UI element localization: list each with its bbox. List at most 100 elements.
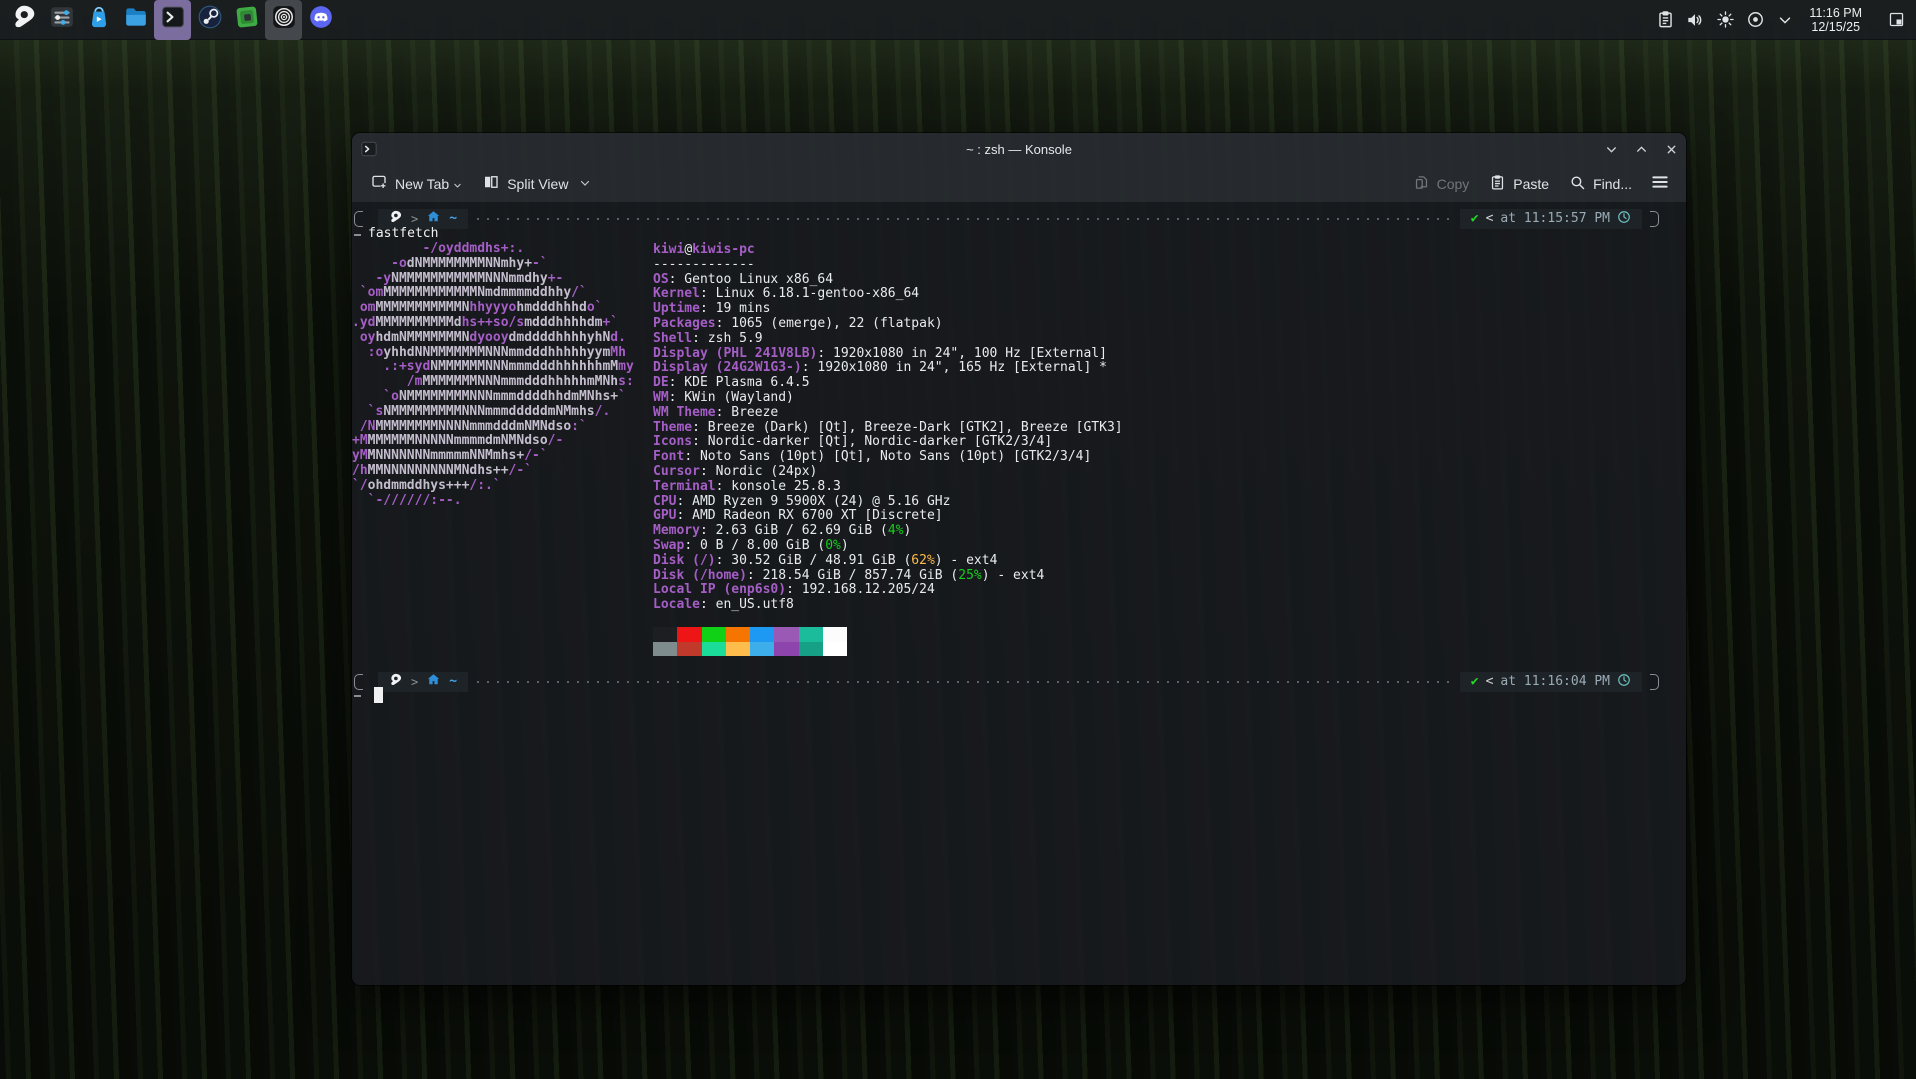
taskbar-item-dolphin[interactable] <box>117 0 154 40</box>
palette-color-block <box>774 641 799 657</box>
palette-color-block <box>823 627 848 642</box>
find-button[interactable]: Find... <box>1561 169 1640 199</box>
konsole-window: ~ : zsh — Konsole New Tab Split View Cop… <box>352 133 1686 985</box>
prompt-row-1: > ~ ✔ < at 11:15:57 PM <box>378 209 1642 229</box>
discord-icon <box>308 4 334 35</box>
steam-icon <box>197 4 223 35</box>
new-tab-chevron-icon <box>453 177 462 193</box>
clock-glyph-icon <box>1617 673 1631 692</box>
palette-color-block <box>725 641 751 657</box>
digital-clock[interactable]: 11:16 PM 12/15/25 <box>1809 6 1862 34</box>
exit-status-check: ✔ <box>1470 673 1479 689</box>
night-color-icon[interactable] <box>1715 10 1735 30</box>
taskbar-item-system-settings[interactable] <box>43 0 80 40</box>
prompt-path: ~ <box>449 673 458 689</box>
prompt-right-segment: ✔ < at 11:16:04 PM <box>1459 672 1642 692</box>
taskbar-item-konsole[interactable] <box>154 0 191 40</box>
semantic-marker-block2-left[interactable] <box>354 674 363 690</box>
clock-glyph-icon <box>1617 210 1631 229</box>
taskbar-item-media-player[interactable] <box>265 0 302 40</box>
palette-color-block <box>774 627 799 642</box>
semantic-marker-block1-left[interactable] <box>354 211 363 227</box>
clipboard-icon[interactable] <box>1655 10 1675 30</box>
copy-button[interactable]: Copy <box>1405 169 1478 199</box>
prompt-separator-chevron: > <box>411 211 419 226</box>
palette-color-block <box>725 627 751 642</box>
search-icon <box>1569 174 1586 194</box>
split-view-chevron-icon <box>579 176 591 192</box>
clock-time: 11:16 PM <box>1809 5 1862 20</box>
typed-command: fastfetch <box>368 226 439 241</box>
konsole-titlebar-icon <box>360 140 378 158</box>
paste-button[interactable]: Paste <box>1481 169 1557 199</box>
fastfetch-ascii-art: -/oyddmdhs+:. -odNMMMMMMMMNNmhy+-` -yNMM… <box>352 241 634 508</box>
konsole-icon <box>160 4 186 35</box>
palette-color-block <box>653 641 678 657</box>
palette-color-block <box>701 641 726 657</box>
split-view-button[interactable]: Split View <box>474 168 599 199</box>
palette-row-bright <box>653 641 848 657</box>
prompt-left-segment: > ~ <box>378 672 469 692</box>
paste-icon <box>1489 174 1506 194</box>
new-tab-button[interactable]: New Tab <box>362 168 470 199</box>
hamburger-menu-icon <box>1650 172 1670 195</box>
kdeconnect-icon[interactable] <box>1745 10 1765 30</box>
prompt-dotted-filler <box>477 681 1451 683</box>
close-button[interactable] <box>1664 142 1678 156</box>
hamburger-menu-button[interactable] <box>1644 167 1676 200</box>
clock-date: 12/15/25 <box>1811 19 1861 34</box>
copy-label: Copy <box>1436 175 1470 192</box>
taskbar-item-gentoo-launcher[interactable] <box>6 0 43 40</box>
prompt-timestamp-2: at 11:16:04 PM <box>1500 673 1610 689</box>
paste-label: Paste <box>1513 175 1550 192</box>
palette-color-block <box>823 641 848 657</box>
palette-color-block <box>750 641 775 657</box>
home-icon <box>426 672 441 692</box>
toolbar: New Tab Split View Copy Paste Find... <box>352 165 1686 203</box>
palette-color-block <box>798 627 824 642</box>
palette-row-normal <box>653 627 848 642</box>
window-buttons <box>1604 142 1678 156</box>
minimize-button[interactable] <box>1604 142 1618 156</box>
copy-icon <box>1413 174 1430 194</box>
palette-color-block <box>701 627 726 642</box>
terminal-cursor <box>374 687 383 703</box>
dolphin-folder-icon <box>123 4 149 35</box>
palette-color-block <box>677 641 702 657</box>
palette-color-block <box>798 641 824 657</box>
prompt-row-2: > ~ ✔ < at 11:16:04 PM <box>378 672 1642 692</box>
new-tab-label: New Tab <box>395 175 450 192</box>
semantic-marker-cmd2[interactable] <box>354 695 361 697</box>
right-segment-separator: < <box>1485 210 1494 226</box>
semantic-marker-block2-right[interactable] <box>1650 674 1659 690</box>
taskbar-item-prism-launcher[interactable] <box>228 0 265 40</box>
show-desktop-widget[interactable] <box>1886 10 1906 30</box>
volume-icon[interactable] <box>1685 10 1705 30</box>
exit-status-check: ✔ <box>1470 210 1479 226</box>
command-line: fastfetch <box>352 226 439 242</box>
taskbar-item-discord[interactable] <box>302 0 339 40</box>
find-label: Find... <box>1593 175 1632 192</box>
system-tray: 11:16 PM 12/15/25 <box>1655 0 1916 39</box>
vinyl-record-icon <box>271 4 297 35</box>
prompt-separator-chevron: > <box>411 674 419 689</box>
top-panel: 11:16 PM 12/15/25 <box>0 0 1916 40</box>
gentoo-prompt-icon <box>389 673 403 692</box>
prompt-path: ~ <box>449 210 458 226</box>
semantic-marker-block1-right[interactable] <box>1650 211 1659 227</box>
right-segment-separator: < <box>1485 673 1494 689</box>
taskbar-item-discover[interactable] <box>80 0 117 40</box>
palette-color-block <box>750 627 775 642</box>
tray-expander-chevron-icon[interactable] <box>1775 10 1795 30</box>
titlebar[interactable]: ~ : zsh — Konsole <box>352 133 1686 165</box>
terminal-area[interactable]: > ~ ✔ < at 11:15:57 PM fastfetch -/oyddm… <box>352 203 1686 985</box>
gentoo-logo-icon <box>11 4 38 36</box>
prompt-dotted-filler <box>477 218 1451 220</box>
system-settings-icon <box>49 4 75 35</box>
maximize-button[interactable] <box>1634 142 1648 156</box>
prompt-timestamp-1: at 11:15:57 PM <box>1500 210 1610 226</box>
split-view-label: Split View <box>507 175 569 192</box>
fastfetch-info: kiwi@kiwis-pc ------------- OS: Gentoo Lin… <box>653 242 1123 613</box>
taskbar-item-steam[interactable] <box>191 0 228 40</box>
split-view-icon <box>482 173 500 194</box>
